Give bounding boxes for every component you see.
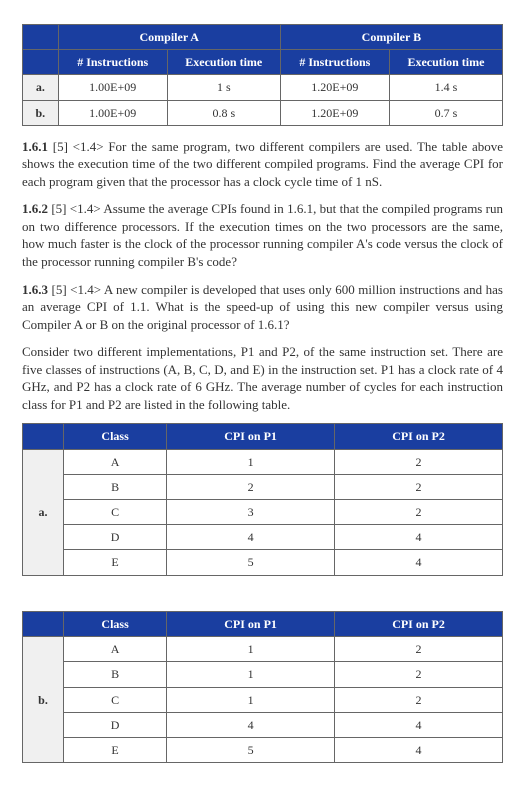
table-row: D 4 4 — [23, 712, 503, 737]
header-cpi-p2: CPI on P2 — [335, 424, 503, 449]
cell-class: B — [64, 662, 167, 687]
cell-class: C — [64, 499, 167, 524]
table-row: D 4 4 — [23, 525, 503, 550]
table-row: E 5 4 — [23, 738, 503, 763]
cell-p1: 1 — [167, 687, 335, 712]
table-row: b. A 1 2 — [23, 637, 503, 662]
cell-p1: 2 — [167, 474, 335, 499]
cpi-table-a: Class CPI on P1 CPI on P2 a. A 1 2 B 2 2… — [22, 423, 503, 575]
header-instructions: # Instructions — [58, 50, 167, 75]
cell-p1: 1 — [167, 637, 335, 662]
table-row: b. 1.00E+09 0.8 s 1.20E+09 0.7 s — [23, 100, 503, 125]
row-label: b. — [23, 637, 64, 763]
table-row: C 3 2 — [23, 499, 503, 524]
corner-cell — [23, 424, 64, 449]
cell-a-exec: 0.8 s — [167, 100, 280, 125]
question-number: 1.6.2 — [22, 201, 48, 216]
table-row: B 1 2 — [23, 662, 503, 687]
table-row: B 2 2 — [23, 474, 503, 499]
question-number: 1.6.1 — [22, 139, 48, 154]
cell-p1: 1 — [167, 449, 335, 474]
cell-p2: 2 — [335, 474, 503, 499]
question-161: 1.6.1 [5] <1.4> For the same program, tw… — [22, 138, 503, 191]
cell-p1: 1 — [167, 662, 335, 687]
cell-class: C — [64, 687, 167, 712]
cell-p2: 2 — [335, 637, 503, 662]
cell-b-instr: 1.20E+09 — [280, 75, 389, 100]
cell-p2: 2 — [335, 499, 503, 524]
corner-cell — [23, 25, 59, 50]
question-tag: [5] <1.4> — [51, 282, 101, 297]
row-label: b. — [23, 100, 59, 125]
cell-b-instr: 1.20E+09 — [280, 100, 389, 125]
header-instructions: # Instructions — [280, 50, 389, 75]
cell-b-exec: 0.7 s — [389, 100, 502, 125]
cell-class: A — [64, 449, 167, 474]
cell-p2: 4 — [335, 738, 503, 763]
header-exec-time: Execution time — [389, 50, 502, 75]
question-162: 1.6.2 [5] <1.4> Assume the average CPIs … — [22, 200, 503, 270]
cell-p2: 4 — [335, 550, 503, 575]
table-row: E 5 4 — [23, 550, 503, 575]
header-cpi-p1: CPI on P1 — [167, 424, 335, 449]
cell-p1: 5 — [167, 550, 335, 575]
cpi-table-b: Class CPI on P1 CPI on P2 b. A 1 2 B 1 2… — [22, 611, 503, 763]
cell-class: D — [64, 525, 167, 550]
cell-p2: 2 — [335, 449, 503, 474]
cell-class: B — [64, 474, 167, 499]
cell-class: D — [64, 712, 167, 737]
cell-a-instr: 1.00E+09 — [58, 75, 167, 100]
header-compiler-b: Compiler B — [280, 25, 502, 50]
cell-p2: 2 — [335, 687, 503, 712]
table-row: a. 1.00E+09 1 s 1.20E+09 1.4 s — [23, 75, 503, 100]
cell-p1: 4 — [167, 525, 335, 550]
cell-a-instr: 1.00E+09 — [58, 100, 167, 125]
question-163: 1.6.3 [5] <1.4> A new compiler is develo… — [22, 281, 503, 334]
cell-p2: 2 — [335, 662, 503, 687]
cell-p2: 4 — [335, 712, 503, 737]
cell-p1: 3 — [167, 499, 335, 524]
intro-paragraph: Consider two different implementations, … — [22, 343, 503, 413]
corner-cell — [23, 50, 59, 75]
row-label: a. — [23, 449, 64, 575]
header-cpi-p2: CPI on P2 — [335, 612, 503, 637]
header-exec-time: Execution time — [167, 50, 280, 75]
question-tag: [5] <1.4> — [51, 201, 100, 216]
cell-p1: 4 — [167, 712, 335, 737]
cell-a-exec: 1 s — [167, 75, 280, 100]
header-cpi-p1: CPI on P1 — [167, 612, 335, 637]
question-number: 1.6.3 — [22, 282, 48, 297]
header-class: Class — [64, 424, 167, 449]
cell-b-exec: 1.4 s — [389, 75, 502, 100]
header-class: Class — [64, 612, 167, 637]
compiler-table: Compiler A Compiler B # Instructions Exe… — [22, 24, 503, 126]
question-tag: [5] <1.4> — [53, 139, 104, 154]
table-row: C 1 2 — [23, 687, 503, 712]
cell-class: A — [64, 637, 167, 662]
cell-class: E — [64, 550, 167, 575]
header-compiler-a: Compiler A — [58, 25, 280, 50]
cell-class: E — [64, 738, 167, 763]
cell-p2: 4 — [335, 525, 503, 550]
row-label: a. — [23, 75, 59, 100]
corner-cell — [23, 612, 64, 637]
table-row: a. A 1 2 — [23, 449, 503, 474]
cell-p1: 5 — [167, 738, 335, 763]
